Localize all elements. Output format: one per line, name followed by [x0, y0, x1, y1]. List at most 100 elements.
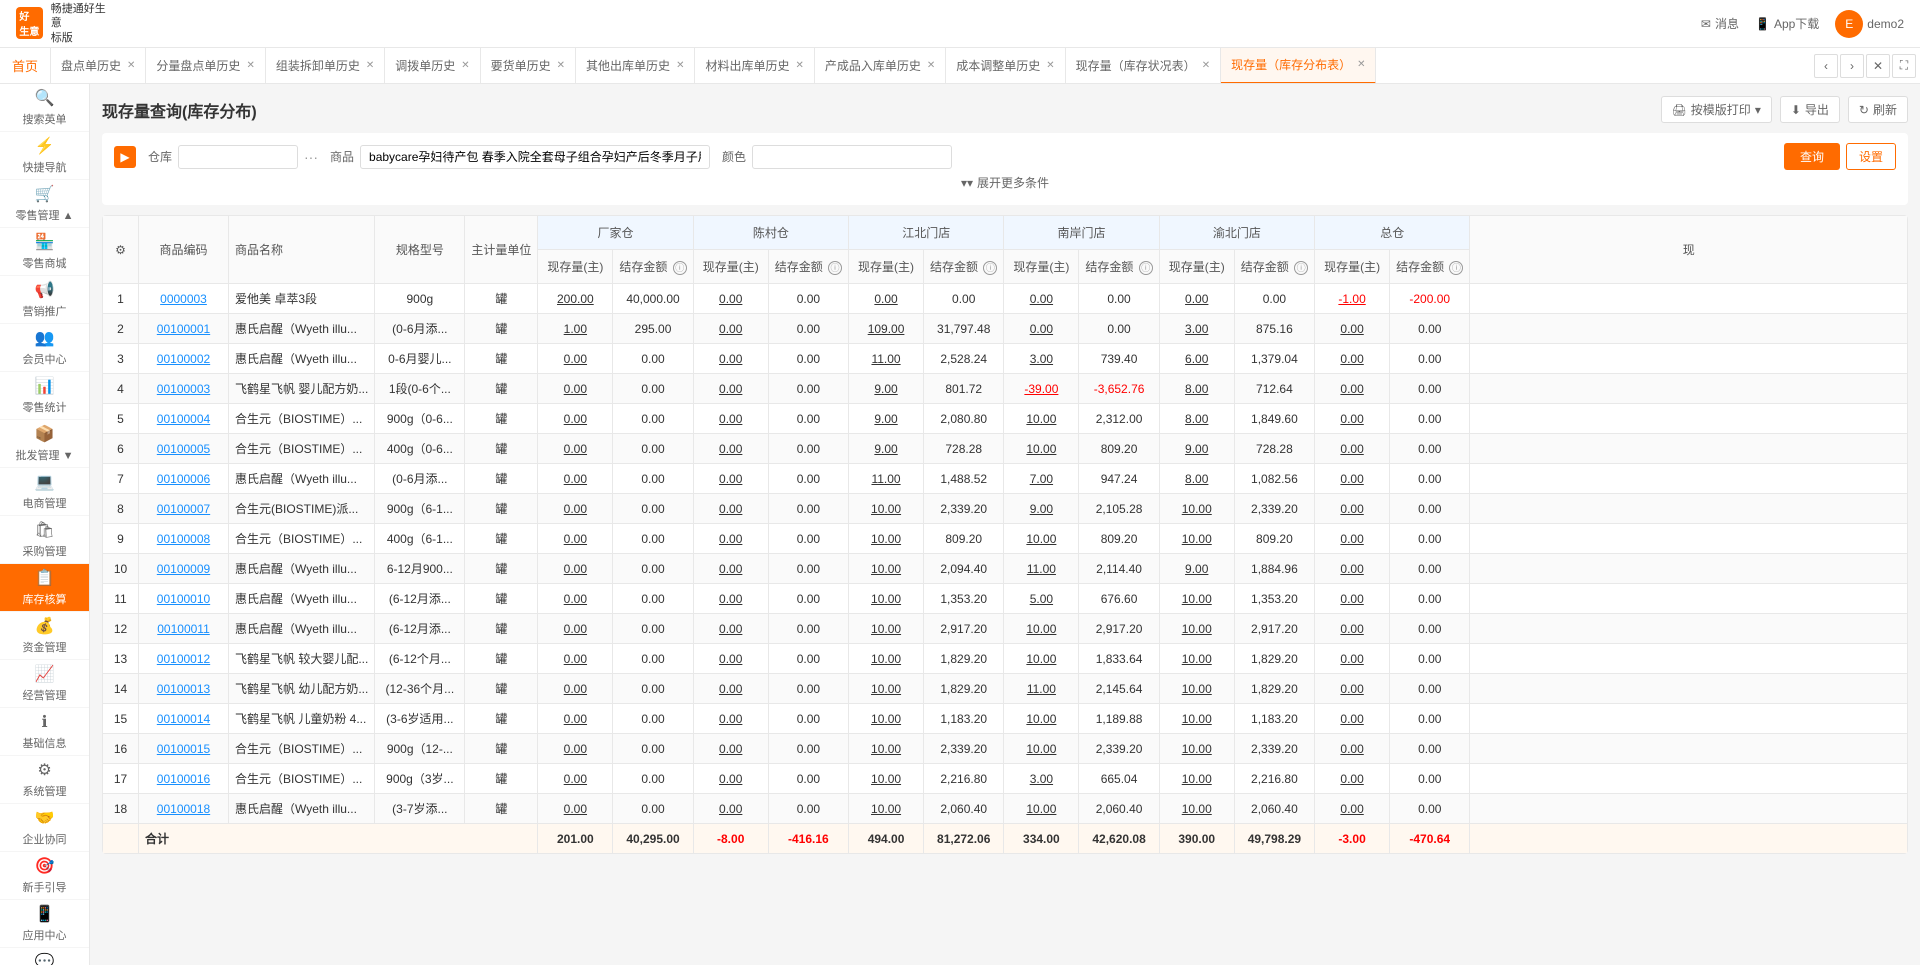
tab-close-icon[interactable]: ✕ — [127, 60, 135, 71]
wh2-qty: 0.00 — [693, 464, 768, 494]
sidebar-item-search[interactable]: 🔍 搜索英单 — [0, 84, 89, 132]
tab-close-icon[interactable]: ✕ — [1046, 60, 1054, 71]
tab-costadj[interactable]: 成本调整单历史 ✕ — [946, 48, 1065, 84]
sidebar-item-stats[interactable]: 📊 零售统计 — [0, 372, 89, 420]
tab-close-icon[interactable]: ✕ — [366, 60, 374, 71]
tab-close-icon[interactable]: ✕ — [795, 60, 803, 71]
tab-otherout[interactable]: 其他出库单历史 ✕ — [576, 48, 695, 84]
table-row: 12 00100011 惠氏启醒（Wyeth illu... (6-12月添..… — [103, 614, 1908, 644]
table-row: 10 00100009 惠氏启醒（Wyeth illu... 6-12月900.… — [103, 554, 1908, 584]
row-no: 4 — [103, 374, 139, 404]
tab-close-icon[interactable]: ✕ — [1357, 59, 1365, 70]
sidebar-item-purchase[interactable]: 🛍 采购管理 — [0, 516, 89, 564]
sidebar-item-ecommerce[interactable]: 💻 电商管理 — [0, 468, 89, 516]
sidebar-item-appcenter[interactable]: 📱 应用中心 — [0, 900, 89, 948]
wh2-qty: 0.00 — [693, 644, 768, 674]
export-btn[interactable]: ⬇ 导出 — [1780, 96, 1840, 123]
sidebar-item-guide[interactable]: 🎯 新手引导 — [0, 852, 89, 900]
col-settings[interactable]: ⚙ — [103, 216, 139, 284]
sidebar-item-operations[interactable]: 📈 经营管理 — [0, 660, 89, 708]
sidebar-item-system[interactable]: ⚙ 系统管理 — [0, 756, 89, 804]
tab-stockstatus[interactable]: 现存量（库存状况表） ✕ — [1066, 48, 1221, 84]
sidebar-item-marketing[interactable]: 📢 营销推广 — [0, 276, 89, 324]
tab-expand-btn[interactable]: ⛶ — [1892, 54, 1916, 78]
tab-transfer[interactable]: 调拨单历史 ✕ — [385, 48, 480, 84]
row-no: 2 — [103, 314, 139, 344]
row-unit: 罐 — [465, 674, 538, 704]
color-input[interactable] — [752, 145, 952, 169]
wh3-amt: 2,339.20 — [924, 494, 1004, 524]
wh4-qty-header: 现存量(主) — [1004, 250, 1079, 284]
wh2-qty: 0.00 — [693, 584, 768, 614]
tab-assemble[interactable]: 组装拆卸单历史 ✕ — [266, 48, 385, 84]
tab-close-icon[interactable]: ✕ — [676, 60, 684, 71]
tab-home[interactable]: 首页 — [0, 48, 51, 84]
wh1-amt: 0.00 — [613, 524, 693, 554]
wh4-amt: 2,339.20 — [1079, 734, 1159, 764]
sidebar-item-inventory[interactable]: 📋 库存核算 — [0, 564, 89, 612]
wh3-amt: 728.28 — [924, 434, 1004, 464]
info-icon[interactable]: ⓘ — [828, 261, 842, 275]
wh3-amt: 809.20 — [924, 524, 1004, 554]
tab-close-icon[interactable]: ✕ — [927, 60, 935, 71]
info-icon[interactable]: ⓘ — [983, 261, 997, 275]
wh3-amt: 1,829.20 — [924, 644, 1004, 674]
wh3-amt: 2,094.40 — [924, 554, 1004, 584]
wh1-amt: 0.00 — [613, 794, 693, 824]
tab-requisition[interactable]: 要货单历史 ✕ — [481, 48, 576, 84]
tab-close-icon[interactable]: ✕ — [461, 60, 469, 71]
tab-stockdist[interactable]: 现存量（库存分布表） ✕ — [1221, 48, 1376, 84]
sidebar-item-basic[interactable]: ℹ 基础信息 — [0, 708, 89, 756]
current-col — [1470, 704, 1908, 734]
info-icon[interactable]: ⓘ — [673, 261, 687, 275]
tab-prev-btn[interactable]: ‹ — [1814, 54, 1838, 78]
row-no: 18 — [103, 794, 139, 824]
tot-qty: 0.00 — [1315, 464, 1390, 494]
info-icon[interactable]: ⓘ — [1449, 261, 1463, 275]
print-btn[interactable]: 🖨 按模版打印 ▾ — [1661, 96, 1772, 123]
row-spec: 6-12月900... — [375, 554, 465, 584]
tab-close-icon[interactable]: ✕ — [557, 60, 565, 71]
goods-input[interactable] — [360, 145, 710, 169]
wh3-qty: 10.00 — [849, 674, 924, 704]
tab-close-all-btn[interactable]: ✕ — [1866, 54, 1890, 78]
expand-more-btn[interactable]: ▾▾ 展开更多条件 — [114, 170, 1896, 195]
wh5-qty: 10.00 — [1159, 614, 1234, 644]
wh2-amt: 0.00 — [768, 644, 848, 674]
wh1-amt: 0.00 — [613, 494, 693, 524]
sidebar-item-shop[interactable]: 🏪 零售商城 — [0, 228, 89, 276]
setting-btn[interactable]: 设置 — [1846, 143, 1896, 170]
tab-close-icon[interactable]: ✕ — [1202, 60, 1210, 71]
filter-expand-btn[interactable]: ▶ — [114, 146, 136, 168]
row-spec: 900g（3岁... — [375, 764, 465, 794]
sidebar-item-wholesale[interactable]: 📦 批发管理 ▼ — [0, 420, 89, 468]
tab-productin[interactable]: 产成品入库单历史 ✕ — [815, 48, 946, 84]
tab-stocklist[interactable]: 盘点单历史 ✕ — [51, 48, 146, 84]
tab-materialout[interactable]: 材料出库单历史 ✕ — [695, 48, 814, 84]
row-spec: 400g（6-1... — [375, 524, 465, 554]
expand-more-icon: ▾▾ — [961, 176, 973, 190]
info-icon[interactable]: ⓘ — [1139, 261, 1153, 275]
app-download-btn[interactable]: 📱 App下载 — [1755, 15, 1819, 32]
sidebar-item-member[interactable]: 👥 会员中心 — [0, 324, 89, 372]
sidebar-item-wechat[interactable]: 💬 企业微信 — [0, 948, 89, 965]
refresh-btn[interactable]: ↻ 刷新 — [1848, 96, 1908, 123]
sidebar-item-retail[interactable]: 🛒 零售管理 ▲ — [0, 180, 89, 228]
row-name: 爱他美 卓萃3段 — [229, 284, 375, 314]
wh4-qty: 10.00 — [1004, 524, 1079, 554]
wh2-qty: 0.00 — [693, 734, 768, 764]
query-btn[interactable]: 查询 — [1784, 143, 1840, 170]
message-btn[interactable]: ✉ 消息 — [1701, 15, 1739, 32]
sidebar-item-finance[interactable]: 💰 资金管理 — [0, 612, 89, 660]
user-area[interactable]: E demo2 — [1835, 10, 1904, 38]
info-icon[interactable]: ⓘ — [1294, 261, 1308, 275]
warehouse-input[interactable] — [178, 145, 298, 169]
tab-divstock[interactable]: 分量盘点单历史 ✕ — [146, 48, 265, 84]
sidebar-item-collab[interactable]: 🤝 企业协同 — [0, 804, 89, 852]
stats-icon: 📊 — [35, 376, 55, 396]
wh2-amt: 0.00 — [768, 704, 848, 734]
sidebar-item-nav[interactable]: ⚡ 快捷导航 — [0, 132, 89, 180]
tab-next-btn[interactable]: › — [1840, 54, 1864, 78]
tab-close-icon[interactable]: ✕ — [246, 60, 254, 71]
row-name: 惠氏启醒（Wyeth illu... — [229, 584, 375, 614]
